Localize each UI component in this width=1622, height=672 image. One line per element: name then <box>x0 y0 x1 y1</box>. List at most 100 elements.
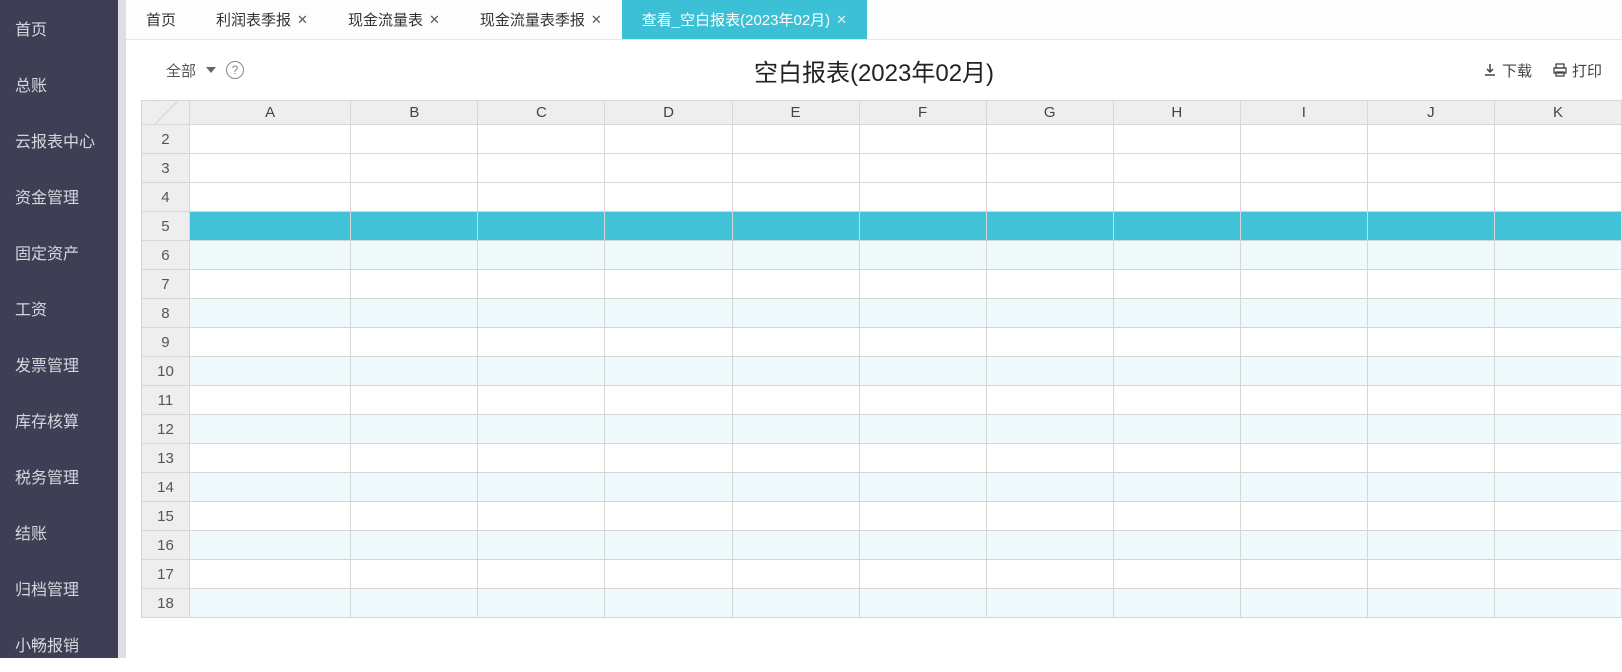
cell[interactable] <box>1367 531 1494 560</box>
cell[interactable] <box>189 154 350 183</box>
cell[interactable] <box>1367 415 1494 444</box>
filter-dropdown[interactable]: 全部 ? <box>166 60 244 81</box>
cell[interactable] <box>986 357 1113 386</box>
cell[interactable] <box>351 444 478 473</box>
cell[interactable] <box>1240 357 1367 386</box>
sidebar-item-general-ledger[interactable]: 总账 <box>0 56 126 112</box>
cell[interactable] <box>1367 270 1494 299</box>
cell[interactable] <box>189 328 350 357</box>
sidebar-item-home[interactable]: 首页 <box>0 0 126 56</box>
cell[interactable] <box>1113 502 1240 531</box>
cell[interactable] <box>732 473 859 502</box>
cell[interactable] <box>1494 125 1621 154</box>
row-header[interactable]: 4 <box>142 183 190 212</box>
cell[interactable] <box>1494 502 1621 531</box>
cell[interactable] <box>605 125 732 154</box>
cell[interactable] <box>732 125 859 154</box>
cell[interactable] <box>732 415 859 444</box>
cell[interactable] <box>478 299 605 328</box>
cell[interactable] <box>986 241 1113 270</box>
cell[interactable] <box>478 560 605 589</box>
cell[interactable] <box>605 299 732 328</box>
cell[interactable] <box>1113 473 1240 502</box>
spreadsheet[interactable]: A B C D E F G H I J K 234567891011121314… <box>126 100 1622 658</box>
cell[interactable] <box>1113 589 1240 618</box>
cell[interactable] <box>478 415 605 444</box>
cell[interactable] <box>1367 444 1494 473</box>
cell[interactable] <box>478 212 605 241</box>
cell[interactable] <box>859 154 986 183</box>
cell[interactable] <box>986 444 1113 473</box>
cell[interactable] <box>859 444 986 473</box>
download-button[interactable]: 下载 <box>1482 60 1532 81</box>
cell[interactable] <box>859 357 986 386</box>
cell[interactable] <box>189 241 350 270</box>
cell[interactable] <box>986 502 1113 531</box>
cell[interactable] <box>1494 154 1621 183</box>
cell[interactable] <box>1494 357 1621 386</box>
cell[interactable] <box>351 386 478 415</box>
cell[interactable] <box>605 328 732 357</box>
cell[interactable] <box>605 183 732 212</box>
cell[interactable] <box>1240 444 1367 473</box>
tab-cashflow[interactable]: 现金流量表 ✕ <box>328 0 460 39</box>
row-header[interactable]: 2 <box>142 125 190 154</box>
cell[interactable] <box>478 125 605 154</box>
cell[interactable] <box>1494 386 1621 415</box>
cell[interactable] <box>859 473 986 502</box>
cell[interactable] <box>986 270 1113 299</box>
cell[interactable] <box>605 560 732 589</box>
cell[interactable] <box>351 241 478 270</box>
cell[interactable] <box>1494 270 1621 299</box>
cell[interactable] <box>1494 415 1621 444</box>
cell[interactable] <box>1240 328 1367 357</box>
cell[interactable] <box>1113 212 1240 241</box>
row-header[interactable]: 14 <box>142 473 190 502</box>
cell[interactable] <box>859 212 986 241</box>
sidebar-item-invoice[interactable]: 发票管理 <box>0 336 126 392</box>
cell[interactable] <box>189 125 350 154</box>
cell[interactable] <box>1367 502 1494 531</box>
cell[interactable] <box>351 183 478 212</box>
sidebar-item-expense[interactable]: 小畅报销 <box>0 616 126 672</box>
cell[interactable] <box>351 357 478 386</box>
cell[interactable] <box>605 357 732 386</box>
cell[interactable] <box>732 241 859 270</box>
cell[interactable] <box>1113 125 1240 154</box>
row-header[interactable]: 9 <box>142 328 190 357</box>
cell[interactable] <box>478 473 605 502</box>
cell[interactable] <box>189 502 350 531</box>
cell[interactable] <box>189 212 350 241</box>
cell[interactable] <box>189 386 350 415</box>
cell[interactable] <box>351 328 478 357</box>
tab-profit-quarterly[interactable]: 利润表季报 ✕ <box>196 0 328 39</box>
cell[interactable] <box>478 328 605 357</box>
cell[interactable] <box>859 183 986 212</box>
col-header[interactable]: H <box>1113 101 1240 125</box>
cell[interactable] <box>986 560 1113 589</box>
select-all-corner[interactable] <box>142 101 190 125</box>
cell[interactable] <box>189 589 350 618</box>
cell[interactable] <box>732 299 859 328</box>
sidebar-item-tax[interactable]: 税务管理 <box>0 448 126 504</box>
close-icon[interactable]: ✕ <box>429 12 440 28</box>
cell[interactable] <box>1240 270 1367 299</box>
sidebar-item-cloud-report-center[interactable]: 云报表中心 <box>0 112 126 168</box>
cell[interactable] <box>1494 299 1621 328</box>
cell[interactable] <box>859 531 986 560</box>
cell[interactable] <box>478 444 605 473</box>
row-header[interactable]: 13 <box>142 444 190 473</box>
cell[interactable] <box>1240 589 1367 618</box>
row-header[interactable]: 12 <box>142 415 190 444</box>
cell[interactable] <box>605 212 732 241</box>
cell[interactable] <box>189 415 350 444</box>
cell[interactable] <box>1367 154 1494 183</box>
cell[interactable] <box>732 154 859 183</box>
cell[interactable] <box>351 212 478 241</box>
cell[interactable] <box>859 386 986 415</box>
cell[interactable] <box>986 212 1113 241</box>
col-header[interactable]: B <box>351 101 478 125</box>
print-button[interactable]: 打印 <box>1552 60 1602 81</box>
sidebar-item-inventory[interactable]: 库存核算 <box>0 392 126 448</box>
cell[interactable] <box>732 212 859 241</box>
